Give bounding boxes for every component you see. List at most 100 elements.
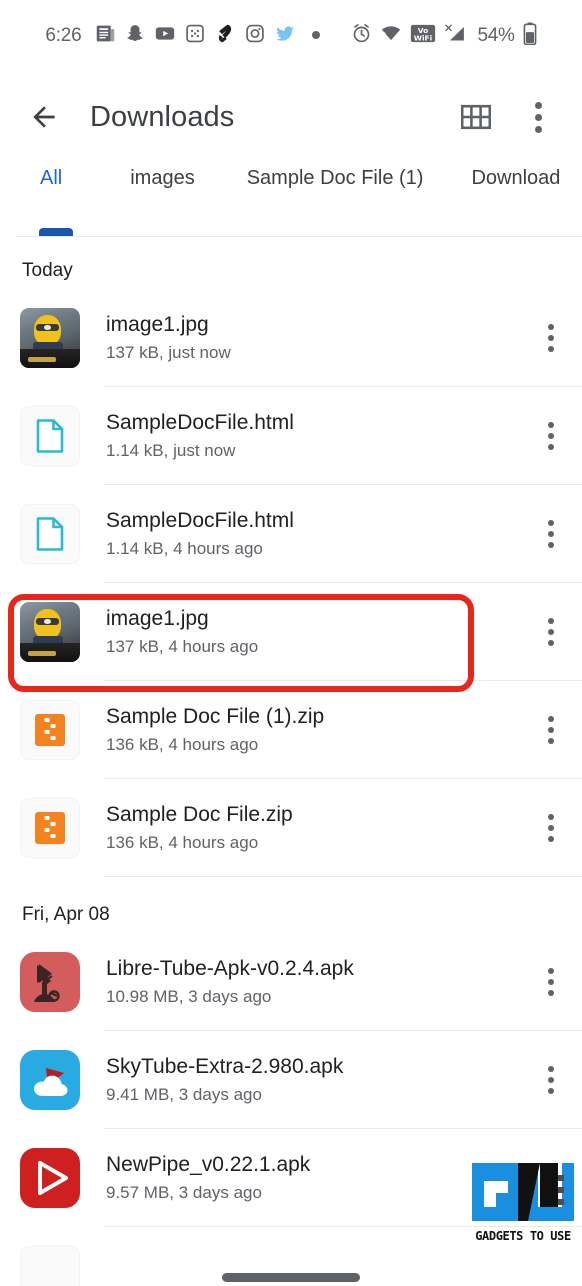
status-bar-clock: 6:26 xyxy=(45,25,82,46)
newpipe-app-icon xyxy=(20,1148,80,1208)
more-vertical-icon xyxy=(548,618,554,646)
twitter-icon xyxy=(274,23,296,49)
document-icon-container xyxy=(20,504,80,564)
list-item[interactable]: SkyTube-Extra-2.980.apk 9.41 MB, 3 days … xyxy=(0,1031,582,1129)
dot-icon xyxy=(311,27,321,45)
tab-images[interactable]: images xyxy=(130,168,194,188)
status-bar-left: 6:26 xyxy=(45,23,320,49)
grid-view-button[interactable] xyxy=(450,91,502,143)
section-header-fri-apr-08: Fri, Apr 08 xyxy=(22,904,110,925)
more-vertical-icon xyxy=(548,520,554,548)
file-meta: 1.14 kB, 4 hours ago xyxy=(106,539,263,559)
list-item-menu-button[interactable] xyxy=(520,595,582,669)
file-name: image1.jpg xyxy=(106,607,209,631)
list-divider xyxy=(104,876,582,877)
list-item-menu-button[interactable] xyxy=(520,1043,582,1117)
back-arrow-icon xyxy=(33,106,55,128)
list-item[interactable]: SampleDocFile.html 1.14 kB, just now xyxy=(0,387,582,485)
gadgets-to-use-logo-icon xyxy=(472,1163,574,1221)
tab-sample-doc-file-1[interactable]: Sample Doc File (1) xyxy=(247,168,424,188)
list-item-text: SampleDocFile.html 1.14 kB, 4 hours ago xyxy=(106,508,294,560)
battery-icon xyxy=(523,22,537,50)
alarm-icon xyxy=(351,23,372,49)
file-meta: 9.41 MB, 3 days ago xyxy=(106,1085,262,1105)
file-meta: 136 kB, 4 hours ago xyxy=(106,833,259,853)
file-name: Sample Doc File.zip xyxy=(106,803,293,827)
file-meta: 9.57 MB, 3 days ago xyxy=(106,1183,262,1203)
list-item-text: image1.jpg 137 kB, just now xyxy=(106,312,231,364)
file-name: Libre-Tube-Apk-v0.2.4.apk xyxy=(106,957,354,981)
list-item-highlighted[interactable]: image1.jpg 137 kB, 4 hours ago xyxy=(0,583,582,681)
libretube-app-icon xyxy=(20,952,80,1012)
gesture-navigation-bar[interactable] xyxy=(222,1273,360,1282)
list-item-text: Sample Doc File.zip 136 kB, 4 hours ago xyxy=(106,802,293,854)
zip-icon xyxy=(35,812,65,844)
overflow-menu-button[interactable] xyxy=(512,91,564,143)
file-name: SampleDocFile.html xyxy=(106,411,294,435)
youtube-icon xyxy=(154,23,176,49)
section-header-today: Today xyxy=(22,260,73,281)
list-item-text: image1.jpg 137 kB, 4 hours ago xyxy=(106,606,258,658)
svg-text:WiFi: WiFi xyxy=(413,33,431,42)
zip-icon xyxy=(35,714,65,746)
file-meta: 137 kB, just now xyxy=(106,343,231,363)
file-name: SkyTube-Extra-2.980.apk xyxy=(106,1055,344,1079)
list-item-menu-button[interactable] xyxy=(520,693,582,767)
volte-wifi-icon: Vo WiFi xyxy=(410,23,436,49)
list-item-menu-button[interactable] xyxy=(520,301,582,375)
list-item-text: Libre-Tube-Apk-v0.2.4.apk 10.98 MB, 3 da… xyxy=(106,956,354,1008)
list-item-menu-button[interactable] xyxy=(520,945,582,1019)
watermark-logo: GADGETS TO USE xyxy=(470,1161,576,1243)
document-icon xyxy=(36,517,64,551)
watermark-text: GADGETS TO USE xyxy=(475,1229,571,1243)
skytube-app-icon xyxy=(20,1050,80,1110)
file-meta: 137 kB, 4 hours ago xyxy=(106,637,259,657)
list-item-menu-button[interactable] xyxy=(520,399,582,473)
list-item-text: SkyTube-Extra-2.980.apk 9.41 MB, 3 days … xyxy=(106,1054,343,1106)
instagram-icon xyxy=(245,23,265,49)
page-title: Downloads xyxy=(90,100,235,133)
image-thumbnail xyxy=(20,602,80,662)
list-item[interactable]: Sample Doc File (1).zip 136 kB, 4 hours … xyxy=(0,681,582,779)
back-button[interactable] xyxy=(16,89,72,145)
tab-all[interactable]: All xyxy=(40,168,62,188)
list-item-text: SampleDocFile.html 1.14 kB, just now xyxy=(106,410,294,462)
document-icon-container xyxy=(20,406,80,466)
document-icon xyxy=(36,419,64,453)
list-item-text: Sample Doc File (1).zip 136 kB, 4 hours … xyxy=(106,704,324,756)
more-vertical-icon xyxy=(534,101,542,133)
file-name: image1.jpg xyxy=(106,313,209,337)
file-icon-container xyxy=(20,1246,80,1286)
list-item-menu-button[interactable] xyxy=(520,497,582,571)
file-meta: 136 kB, 4 hours ago xyxy=(106,735,259,755)
more-vertical-icon xyxy=(548,716,554,744)
app-bar-actions xyxy=(450,91,564,143)
news-icon xyxy=(95,23,116,49)
file-name: SampleDocFile.html xyxy=(106,509,294,533)
tab-active-indicator xyxy=(39,228,73,236)
tab-download[interactable]: Download xyxy=(471,168,560,188)
app-bar: Downloads xyxy=(0,72,582,162)
downloads-list[interactable]: Today image1.jpg 137 kB, just now Sample… xyxy=(0,237,582,1286)
file-name: Sample Doc File (1).zip xyxy=(106,705,325,729)
grid-view-icon xyxy=(461,104,491,130)
no-signal-icon xyxy=(444,23,468,49)
list-item[interactable]: image1.jpg 137 kB, just now xyxy=(0,289,582,387)
app-grid-icon xyxy=(185,23,205,49)
list-item-menu-button[interactable] xyxy=(520,791,582,865)
headphones-icon xyxy=(214,23,236,49)
file-name: NewPipe_v0.22.1.apk xyxy=(106,1153,311,1177)
more-vertical-icon xyxy=(548,968,554,996)
list-item[interactable]: Libre-Tube-Apk-v0.2.4.apk 10.98 MB, 3 da… xyxy=(0,933,582,1031)
list-item[interactable]: SampleDocFile.html 1.14 kB, 4 hours ago xyxy=(0,485,582,583)
list-item[interactable]: Sample Doc File.zip 136 kB, 4 hours ago xyxy=(0,779,582,877)
more-vertical-icon xyxy=(548,324,554,352)
wifi-icon xyxy=(380,23,402,49)
zip-icon-container xyxy=(20,798,80,858)
status-bar: 6:26 Vo WiFi 54% xyxy=(0,0,582,72)
phone-screen: 6:26 Vo WiFi 54% Downloads All images Sa… xyxy=(0,0,582,1286)
zip-icon-container xyxy=(20,700,80,760)
tab-bar: All images Sample Doc File (1) Download xyxy=(0,168,582,236)
battery-percent-label: 54% xyxy=(477,25,515,46)
more-vertical-icon xyxy=(548,422,554,450)
